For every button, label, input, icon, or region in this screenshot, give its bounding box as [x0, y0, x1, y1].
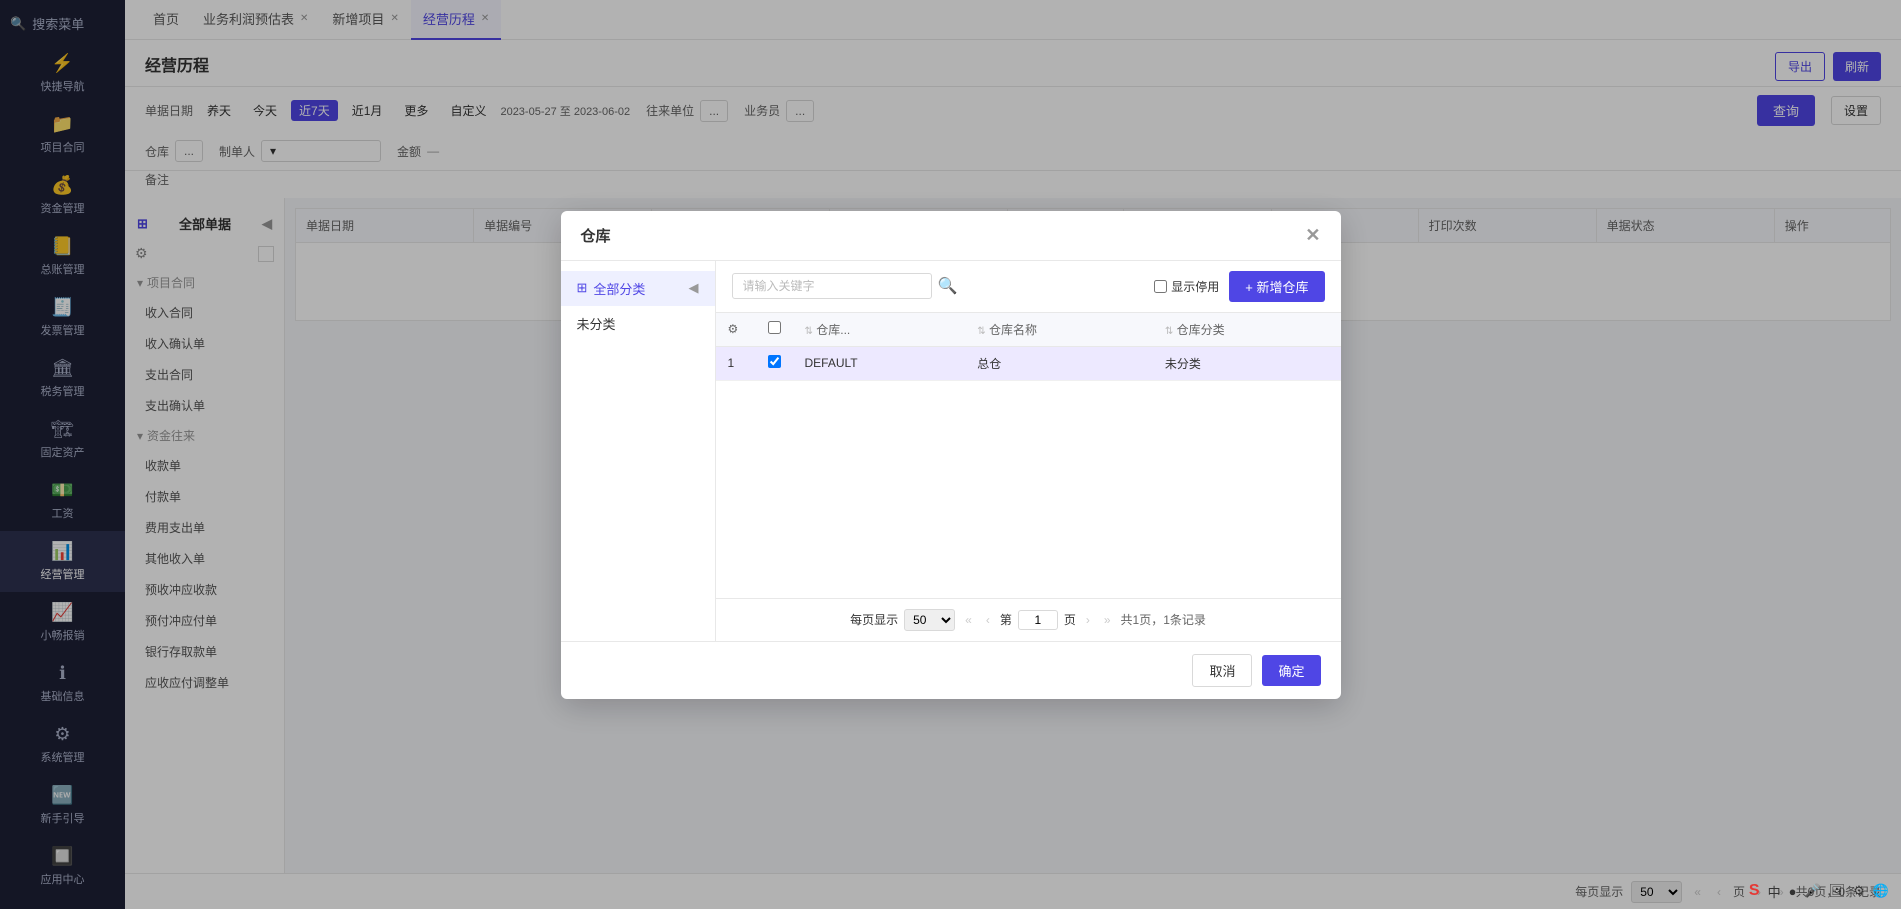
- modal-col-code: ⇅ 仓库...: [793, 313, 966, 347]
- modal-close-button[interactable]: ✕: [1305, 225, 1320, 246]
- modal-row-check[interactable]: [768, 355, 781, 368]
- modal-search-icon[interactable]: 🔍: [938, 276, 958, 296]
- modal-table-wrap: ⚙ ⇅ 仓库... ⇅: [716, 313, 1341, 598]
- modal-first-page[interactable]: «: [961, 611, 976, 629]
- modal-page-unit: 页: [1064, 611, 1076, 628]
- modal-col-gear: ⚙: [716, 313, 756, 347]
- add-warehouse-button[interactable]: + 新增仓库: [1229, 271, 1324, 302]
- modal-collapse-btn[interactable]: ◀: [689, 280, 699, 296]
- modal-gear-icon[interactable]: ⚙: [728, 322, 739, 336]
- modal-footer: 取消 确定: [561, 641, 1341, 699]
- modal-col-category: ⇅ 仓库分类: [1153, 313, 1341, 347]
- modal-search-input[interactable]: [732, 273, 932, 299]
- modal-total-info: 共1页，1条记录: [1121, 611, 1206, 628]
- modal-cancel-button[interactable]: 取消: [1192, 654, 1252, 687]
- page-size-label: 每页显示: [850, 611, 898, 628]
- modal-title: 仓库: [581, 225, 611, 246]
- modal-main: 🔍 显示停用 + 新增仓库 ⚙: [716, 261, 1341, 641]
- warehouse-modal: 仓库 ✕ ⊞ 全部分类 ◀ 未分类: [561, 211, 1341, 699]
- grid-icon-modal: ⊞: [577, 280, 588, 296]
- modal-toolbar: 🔍 显示停用 + 新增仓库: [716, 261, 1341, 313]
- show-disabled-label: 显示停用: [1171, 278, 1219, 295]
- modal-row-checkbox[interactable]: [756, 346, 793, 380]
- modal-page-input[interactable]: [1018, 610, 1058, 630]
- taskbar-image: 🖼: [1829, 883, 1846, 899]
- modal-cat-all[interactable]: ⊞ 全部分类 ◀: [561, 271, 715, 306]
- modal-col-check: [756, 313, 793, 347]
- taskbar-zh: 中: [1768, 882, 1781, 901]
- show-disabled-checkbox-label[interactable]: 显示停用: [1154, 278, 1219, 295]
- taskbar-gear: ⚙: [1853, 883, 1865, 899]
- modal-cat-uncategorized[interactable]: 未分类: [561, 306, 715, 341]
- taskbar-mic: 🎤: [1804, 883, 1820, 899]
- modal-confirm-button[interactable]: 确定: [1262, 655, 1320, 686]
- modal-row-code: DEFAULT: [793, 346, 966, 380]
- modal-row-index: 1: [716, 346, 756, 380]
- taskbar: S 中 ● 🎤 🖼 ⚙ 🌐: [1737, 873, 1901, 909]
- modal-search-area: 🔍: [732, 273, 1145, 299]
- taskbar-globe: 🌐: [1873, 883, 1889, 899]
- modal-row-category: 未分类: [1153, 346, 1341, 380]
- modal-table-header-row: ⚙ ⇅ 仓库... ⇅: [716, 313, 1341, 347]
- modal-last-page[interactable]: »: [1100, 611, 1115, 629]
- modal-next-page[interactable]: ›: [1082, 611, 1094, 629]
- modal-prev-page[interactable]: ‹: [982, 611, 994, 629]
- modal-uncat-label: 未分类: [577, 314, 616, 333]
- show-disabled-checkbox[interactable]: [1154, 280, 1167, 293]
- modal-table: ⚙ ⇅ 仓库... ⇅: [716, 313, 1341, 381]
- modal-header: 仓库 ✕: [561, 211, 1341, 261]
- modal-page-label: 第: [1000, 611, 1012, 628]
- modal-table-row[interactable]: 1 DEFAULT 总仓 未分类: [716, 346, 1341, 380]
- modal-select-all[interactable]: [768, 321, 781, 334]
- taskbar-dot: ●: [1789, 884, 1797, 899]
- modal-row-name: 总仓: [965, 346, 1153, 380]
- modal-overlay: 仓库 ✕ ⊞ 全部分类 ◀ 未分类: [0, 0, 1901, 909]
- modal-page-size-select[interactable]: 50 10 20 100: [904, 609, 955, 631]
- modal-all-cat-label: 全部分类: [593, 279, 645, 298]
- modal-col-name: ⇅ 仓库名称: [965, 313, 1153, 347]
- modal-body: ⊞ 全部分类 ◀ 未分类 🔍: [561, 261, 1341, 641]
- modal-sidebar: ⊞ 全部分类 ◀ 未分类: [561, 261, 716, 641]
- taskbar-logo: S: [1749, 882, 1760, 900]
- modal-pagination: 每页显示 50 10 20 100 « ‹ 第 页 › » 共1页，1条记录: [716, 598, 1341, 641]
